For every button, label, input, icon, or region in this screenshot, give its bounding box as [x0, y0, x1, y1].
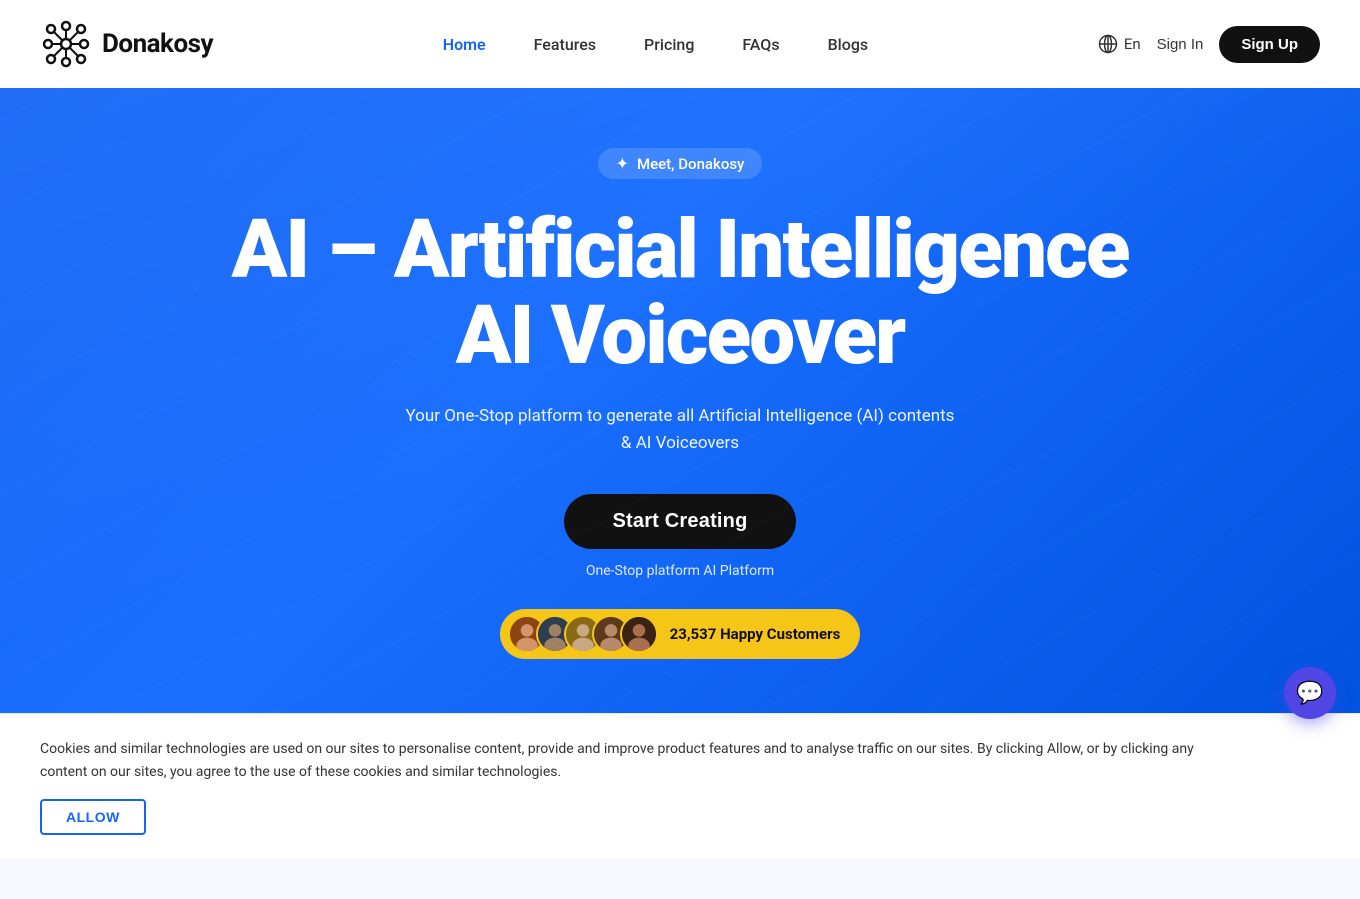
hero-badge: ✦ Meet, Donakosy [598, 148, 763, 179]
customers-badge: 23,537 Happy Customers [500, 609, 861, 659]
hero-section: ✦ Meet, Donakosy AI – Artificial Intelli… [0, 88, 1360, 739]
nav-home[interactable]: Home [443, 35, 486, 54]
navbar: Donakosy Home Features Pricing FAQs Blog… [0, 0, 1360, 88]
chat-button[interactable]: 💬 [1284, 667, 1336, 719]
lang-label: En [1124, 35, 1141, 53]
customers-count: 23,537 Happy Customers [670, 625, 841, 643]
cookie-banner: Cookies and similar technologies are use… [0, 713, 1360, 859]
nav-links: Home Features Pricing FAQs Blogs [443, 35, 868, 54]
nav-pricing[interactable]: Pricing [644, 35, 694, 54]
nav-blogs[interactable]: Blogs [828, 35, 869, 54]
brand-logo [40, 18, 92, 70]
brand-name: Donakosy [102, 29, 213, 59]
globe-icon [1098, 34, 1118, 54]
brand: Donakosy [40, 18, 213, 70]
chat-icon: 💬 [1296, 681, 1323, 706]
navbar-actions: En Sign In Sign Up [1098, 26, 1320, 63]
platform-label: One-Stop platform AI Platform [586, 563, 774, 579]
hero-subtitle: Your One-Stop platform to generate all A… [400, 403, 960, 457]
language-selector[interactable]: En [1098, 34, 1141, 54]
hero-title-line1: AI – Artificial Intelligence [232, 202, 1129, 298]
avatars-group [508, 615, 658, 653]
hero-title-line2: AI Voiceover [456, 288, 904, 384]
sign-in-button[interactable]: Sign In [1157, 36, 1204, 53]
sparkle-icon: ✦ [616, 154, 629, 173]
cookie-text: Cookies and similar technologies are use… [40, 738, 1240, 783]
hero-badge-text: Meet, Donakosy [637, 155, 744, 173]
sign-up-button[interactable]: Sign Up [1219, 26, 1320, 63]
nav-features[interactable]: Features [534, 35, 596, 54]
allow-button[interactable]: ALLOW [40, 799, 146, 835]
hero-title: AI – Artificial Intelligence AI Voiceove… [232, 207, 1129, 379]
avatar [620, 615, 658, 653]
start-creating-button[interactable]: Start Creating [564, 494, 795, 549]
nav-faqs[interactable]: FAQs [742, 35, 779, 54]
